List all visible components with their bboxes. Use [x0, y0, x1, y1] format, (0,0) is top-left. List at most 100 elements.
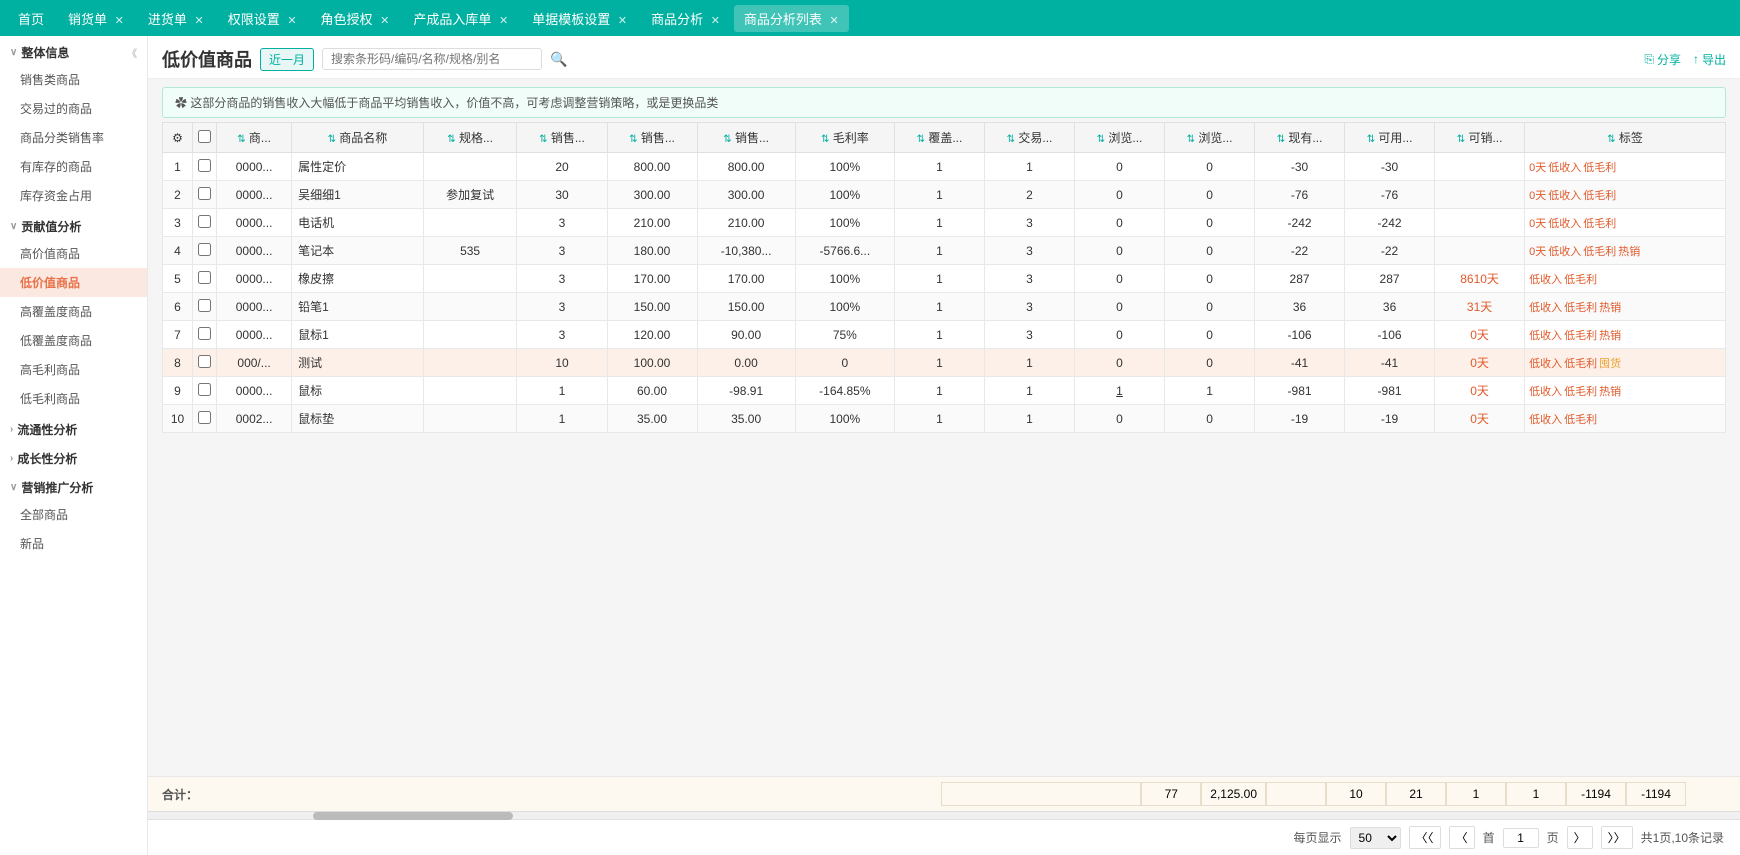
- nav-analysis-list[interactable]: 商品分析列表 ✕: [734, 5, 849, 32]
- sidebar-item-high-coverage[interactable]: 高覆盖度商品: [0, 297, 147, 326]
- row-sales-qty: 3: [517, 293, 607, 321]
- row-coverage: 1: [894, 209, 984, 237]
- sidebar-group-circulation[interactable]: › 流通性分析: [0, 413, 147, 442]
- sidebar-item-high-value[interactable]: 高价值商品: [0, 239, 147, 268]
- row-sales-amt: 120.00: [607, 321, 697, 349]
- period-button[interactable]: 近一月: [260, 48, 314, 71]
- close-analysis-list-icon[interactable]: ✕: [830, 15, 839, 27]
- row-saleable: 0天: [1435, 321, 1525, 349]
- select-all-checkbox[interactable]: [198, 130, 211, 143]
- close-permissions-icon[interactable]: ✕: [287, 15, 296, 27]
- tag: 低收入: [1548, 218, 1581, 230]
- col-gross-rate[interactable]: ⇅ 毛利率: [795, 123, 894, 153]
- col-trade[interactable]: ⇅ 交易...: [985, 123, 1075, 153]
- close-sales-icon[interactable]: ✕: [115, 15, 124, 27]
- sidebar-item-sales-products[interactable]: 销售类商品: [0, 65, 147, 94]
- close-purchase-icon[interactable]: ✕: [194, 15, 203, 27]
- row-sales-qty: 3: [517, 265, 607, 293]
- share-button[interactable]: ⎘ 分享: [1644, 51, 1681, 68]
- page-number-input[interactable]: [1503, 828, 1539, 848]
- export-button[interactable]: ↑ 导出: [1693, 51, 1726, 68]
- row-checkbox[interactable]: [193, 237, 217, 265]
- col-available[interactable]: ⇅ 可用...: [1345, 123, 1435, 153]
- nav-permissions[interactable]: 权限设置 ✕: [218, 5, 307, 32]
- row-select[interactable]: [198, 271, 211, 284]
- col-name[interactable]: ⇅ 商品名称: [292, 123, 424, 153]
- col-coverage[interactable]: ⇅ 覆盖...: [894, 123, 984, 153]
- close-roles-icon[interactable]: ✕: [380, 15, 389, 27]
- nav-purchase[interactable]: 进货单 ✕: [138, 5, 214, 32]
- sidebar-item-low-coverage[interactable]: 低覆盖度商品: [0, 326, 147, 355]
- nav-roles[interactable]: 角色授权 ✕: [311, 5, 400, 32]
- row-gross-rate: 100%: [795, 181, 894, 209]
- row-checkbox[interactable]: [193, 377, 217, 405]
- row-select[interactable]: [198, 215, 211, 228]
- per-page-select[interactable]: 50 100: [1350, 827, 1401, 849]
- sidebar-item-traded[interactable]: 交易过的商品: [0, 94, 147, 123]
- row-select[interactable]: [198, 383, 211, 396]
- row-checkbox[interactable]: [193, 349, 217, 377]
- sidebar-item-all-products[interactable]: 全部商品: [0, 500, 147, 529]
- col-tags[interactable]: ⇅ 标签: [1525, 123, 1726, 153]
- col-view2[interactable]: ⇅ 浏览...: [1165, 123, 1255, 153]
- sidebar-item-new-products[interactable]: 新品: [0, 529, 147, 558]
- row-checkbox[interactable]: [193, 153, 217, 181]
- close-product-stock-icon[interactable]: ✕: [499, 15, 508, 27]
- horizontal-scrollbar[interactable]: [148, 811, 1740, 819]
- row-select[interactable]: [198, 299, 211, 312]
- close-analysis-icon[interactable]: ✕: [711, 15, 720, 27]
- sidebar-group-growth[interactable]: › 成长性分析: [0, 442, 147, 471]
- sidebar-item-high-margin[interactable]: 高毛利商品: [0, 355, 147, 384]
- col-code[interactable]: ⇅ 商...: [217, 123, 292, 153]
- col-sales-amt[interactable]: ⇅ 销售...: [607, 123, 697, 153]
- sidebar-item-category-rate[interactable]: 商品分类销售率: [0, 123, 147, 152]
- close-template-icon[interactable]: ✕: [618, 15, 627, 27]
- sidebar-item-low-margin[interactable]: 低毛利商品: [0, 384, 147, 413]
- row-checkbox[interactable]: [193, 265, 217, 293]
- row-available: -41: [1345, 349, 1435, 377]
- row-checkbox[interactable]: [193, 181, 217, 209]
- col-current[interactable]: ⇅ 现有...: [1255, 123, 1345, 153]
- nav-analysis[interactable]: 商品分析 ✕: [641, 5, 730, 32]
- sidebar-group-contribution[interactable]: ∨ 贡献值分析: [0, 210, 147, 239]
- data-table-container[interactable]: ⚙ ⇅ 商... ⇅ 商品名称 ⇅ 规格... ⇅ 销售... ⇅ 销售... …: [148, 122, 1740, 776]
- col-sales-other[interactable]: ⇅ 销售...: [697, 123, 795, 153]
- row-view2: 1: [1165, 377, 1255, 405]
- last-page-button[interactable]: 〉〉: [1601, 826, 1633, 849]
- row-select[interactable]: [198, 327, 211, 340]
- nav-sales[interactable]: 销货单 ✕: [58, 5, 134, 32]
- nav-product-stock[interactable]: 产成品入库单 ✕: [403, 5, 518, 32]
- prev-page-button[interactable]: 〈: [1449, 826, 1475, 849]
- col-saleable[interactable]: ⇅ 可销...: [1435, 123, 1525, 153]
- row-select[interactable]: [198, 159, 211, 172]
- row-sales-amt: 35.00: [607, 405, 697, 433]
- sidebar-item-capital[interactable]: 库存资金占用: [0, 181, 147, 210]
- row-sales-qty: 1: [517, 377, 607, 405]
- col-settings[interactable]: ⚙: [163, 123, 193, 153]
- row-select[interactable]: [198, 355, 211, 368]
- row-checkbox[interactable]: [193, 293, 217, 321]
- next-page-button[interactable]: 〉: [1567, 826, 1593, 849]
- row-select[interactable]: [198, 411, 211, 424]
- tag: 低收入: [1548, 246, 1581, 258]
- sidebar-item-low-value[interactable]: 低价值商品: [0, 268, 147, 297]
- row-select[interactable]: [198, 187, 211, 200]
- collapse-icon[interactable]: 《: [127, 45, 137, 60]
- scroll-thumb[interactable]: [313, 812, 513, 820]
- sidebar-group-marketing[interactable]: ∨ 营销推广分析: [0, 471, 147, 500]
- sidebar-item-stock-products[interactable]: 有库存的商品: [0, 152, 147, 181]
- row-checkbox[interactable]: [193, 321, 217, 349]
- search-input[interactable]: [322, 48, 542, 70]
- nav-template[interactable]: 单据模板设置 ✕: [522, 5, 637, 32]
- nav-home[interactable]: 首页: [8, 5, 54, 32]
- row-select[interactable]: [198, 243, 211, 256]
- col-spec[interactable]: ⇅ 规格...: [423, 123, 517, 153]
- sidebar-group-overall[interactable]: ∨ 整体信息 《: [0, 36, 147, 65]
- row-saleable: 0天: [1435, 405, 1525, 433]
- row-checkbox[interactable]: [193, 209, 217, 237]
- first-page-button[interactable]: 〈〈: [1409, 826, 1441, 849]
- col-sales-qty[interactable]: ⇅ 销售...: [517, 123, 607, 153]
- search-icon[interactable]: 🔍: [550, 51, 567, 68]
- row-checkbox[interactable]: [193, 405, 217, 433]
- col-view1[interactable]: ⇅ 浏览...: [1075, 123, 1165, 153]
